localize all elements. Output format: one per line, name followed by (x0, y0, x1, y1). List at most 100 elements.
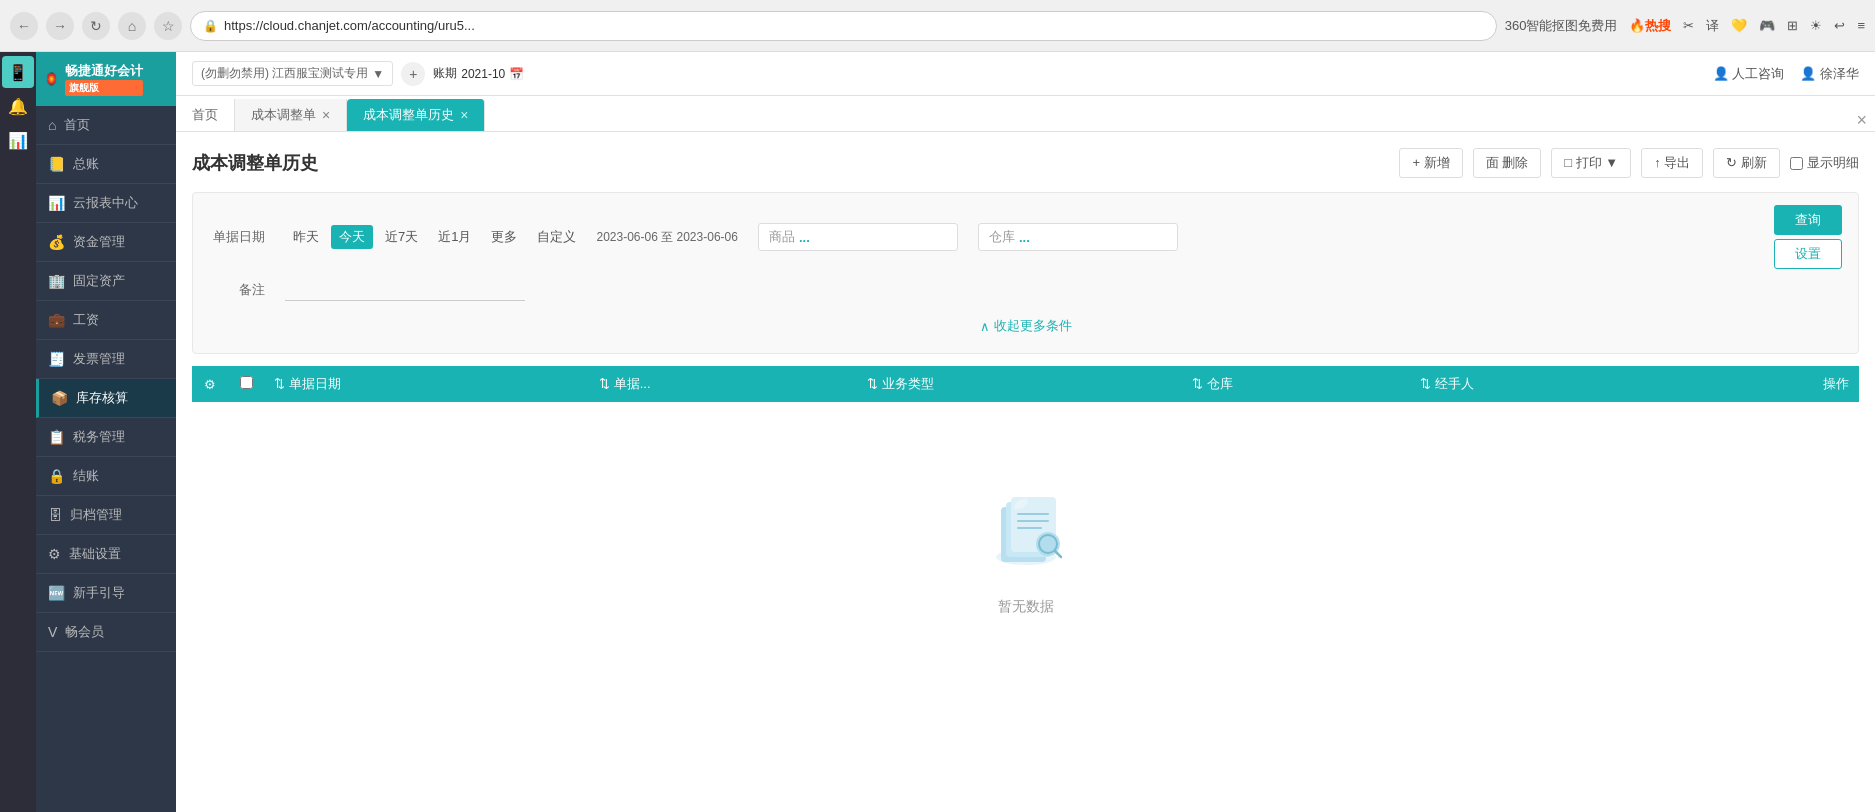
sidebar-item-invoices[interactable]: 🧾 发票管理 (36, 340, 176, 379)
close-all-button[interactable]: × (1856, 110, 1867, 131)
sidebar-item-funds[interactable]: 💰 资金管理 (36, 223, 176, 262)
vip-icon: V (48, 624, 57, 640)
close-tab-cost-adjust[interactable]: × (322, 107, 330, 123)
filter-row-remark: 备注 (209, 279, 1842, 301)
sidebar-item-payroll[interactable]: 💼 工资 (36, 301, 176, 340)
app-name: 畅捷通好会计 (65, 62, 143, 80)
sidebar-item-home[interactable]: ⌂ 首页 (36, 106, 176, 145)
brightness-icon[interactable]: ☀ (1810, 18, 1822, 33)
date-opt-7days[interactable]: 近7天 (377, 225, 426, 249)
date-opt-more[interactable]: 更多 (483, 225, 525, 249)
app-logo: 🏮 (44, 72, 59, 86)
support-link[interactable]: 👤 人工咨询 (1713, 65, 1785, 83)
sidebar-item-ledger[interactable]: 📒 总账 (36, 145, 176, 184)
guide-icon: 🆕 (48, 585, 65, 601)
th-number-label: ⇅ 单据... (599, 376, 650, 391)
hot-search-badge: 🔥热搜 (1629, 17, 1671, 35)
tax-icon: 📋 (48, 429, 65, 445)
rail-item-3[interactable]: 📊 (2, 124, 34, 156)
invoices-icon: 🧾 (48, 351, 65, 367)
close-tab-history[interactable]: × (460, 107, 468, 123)
date-opt-custom[interactable]: 自定义 (529, 225, 584, 249)
app-container: 📱 🔔 📊 🏮 畅捷通好会计 旗舰版 ⌂ 首页 📒 总账 📊 云报表中心 💰 资… (0, 52, 1875, 812)
undo-icon[interactable]: ↩ (1834, 18, 1845, 33)
menu-icon[interactable]: ≡ (1857, 18, 1865, 33)
wallet-icon[interactable]: 💛 (1731, 18, 1747, 33)
page-header: 成本调整单历史 + 新增 面 删除 □ 打印 ▼ ↑ 导出 ↻ 刷新 显示明细 (192, 148, 1859, 178)
refresh-button[interactable]: ↻ 刷新 (1713, 148, 1780, 178)
sidebar-header: 🏮 畅捷通好会计 旗舰版 (36, 52, 176, 106)
settings-icon-th: ⚙ (204, 377, 216, 392)
sidebar-item-vip[interactable]: V 畅会员 (36, 613, 176, 652)
sidebar-item-inventory[interactable]: 📦 库存核算 (36, 379, 176, 418)
page-tab-cost-adjust[interactable]: 成本调整单 × (235, 99, 347, 131)
add-company-button[interactable]: + (401, 62, 425, 86)
page-tab-home[interactable]: 首页 (176, 99, 235, 131)
back-button[interactable]: ← (10, 12, 38, 40)
grid-icon[interactable]: ⊞ (1787, 18, 1798, 33)
browser-toolbar: 360智能抠图免费用 🔥热搜 ✂ 译 💛 🎮 ⊞ ☀ ↩ ≡ (1505, 17, 1865, 35)
th-warehouse[interactable]: ⇅ 仓库 (1182, 366, 1410, 402)
page-tab-cost-adjust-history[interactable]: 成本调整单历史 × (347, 99, 485, 131)
date-opt-today[interactable]: 今天 (331, 225, 373, 249)
th-date-label: ⇅ 单据日期 (274, 376, 341, 391)
warehouse-label: 仓库 (989, 228, 1015, 246)
th-settings[interactable]: ⚙ (192, 366, 228, 402)
forward-button[interactable]: → (46, 12, 74, 40)
th-date[interactable]: ⇅ 单据日期 (264, 366, 589, 402)
sidebar-item-guide[interactable]: 🆕 新手引导 (36, 574, 176, 613)
warehouse-filter[interactable]: 仓库 ... (978, 223, 1178, 251)
th-warehouse-label: ⇅ 仓库 (1192, 376, 1233, 391)
rail-item-2[interactable]: 🔔 (2, 90, 34, 122)
goods-filter[interactable]: 商品 ... (758, 223, 958, 251)
game-icon[interactable]: 🎮 (1759, 18, 1775, 33)
empty-label: 暂无数据 (998, 598, 1054, 616)
address-bar[interactable]: 🔒 https://cloud.chanjet.com/accounting/u… (190, 11, 1497, 41)
new-button[interactable]: + 新增 (1399, 148, 1462, 178)
top-bar: (勿删勿禁用) 江西服宝测试专用 ▼ + 账期 2021-10 📅 👤 人工咨询… (176, 52, 1875, 96)
th-number[interactable]: ⇅ 单据... (589, 366, 857, 402)
remark-label: 备注 (209, 281, 265, 299)
sidebar-item-fixed-assets[interactable]: 🏢 固定资产 (36, 262, 176, 301)
company-selector[interactable]: (勿删勿禁用) 江西服宝测试专用 ▼ (192, 61, 393, 86)
page-actions: + 新增 面 删除 □ 打印 ▼ ↑ 导出 ↻ 刷新 显示明细 (1399, 148, 1859, 178)
collapse-button[interactable]: ∧ 收起更多条件 (209, 311, 1842, 341)
th-actions-label: 操作 (1823, 376, 1849, 391)
sidebar-label-inventory: 库存核算 (76, 389, 128, 407)
delete-button[interactable]: 面 删除 (1473, 148, 1542, 178)
user-avatar[interactable]: 👤 徐泽华 (1800, 65, 1859, 83)
rail-item-active[interactable]: 📱 (2, 56, 34, 88)
sidebar-item-archive[interactable]: 🗄 归档管理 (36, 496, 176, 535)
th-checkbox[interactable] (228, 366, 264, 402)
sidebar: 🏮 畅捷通好会计 旗舰版 ⌂ 首页 📒 总账 📊 云报表中心 💰 资金管理 🏢 … (36, 52, 176, 812)
scissors-icon[interactable]: ✂ (1683, 18, 1694, 33)
sidebar-item-closing[interactable]: 🔒 结账 (36, 457, 176, 496)
print-button[interactable]: □ 打印 ▼ (1551, 148, 1631, 178)
period-label: 账期 (433, 65, 457, 82)
th-operator[interactable]: ⇅ 经手人 (1410, 366, 1686, 402)
table-header: ⚙ ⇅ 单据日期 ⇅ 单据... ⇅ 业务类型 (192, 366, 1859, 402)
payroll-icon: 💼 (48, 312, 65, 328)
funds-icon: 💰 (48, 234, 65, 250)
calendar-icon[interactable]: 📅 (509, 67, 524, 81)
url-text: https://cloud.chanjet.com/accounting/uru… (224, 18, 475, 33)
date-opt-yesterday[interactable]: 昨天 (285, 225, 327, 249)
reload-button[interactable]: ↻ (82, 12, 110, 40)
translate-icon[interactable]: 译 (1706, 17, 1719, 35)
home-button[interactable]: ⌂ (118, 12, 146, 40)
data-table: ⚙ ⇅ 单据日期 ⇅ 单据... ⇅ 业务类型 (192, 366, 1859, 402)
bookmark-button[interactable]: ☆ (154, 12, 182, 40)
sidebar-item-tax[interactable]: 📋 税务管理 (36, 418, 176, 457)
remark-input[interactable] (285, 279, 525, 301)
export-button[interactable]: ↑ 导出 (1641, 148, 1703, 178)
select-all-checkbox[interactable] (240, 376, 253, 389)
show-cols-input[interactable] (1790, 157, 1803, 170)
sidebar-item-settings[interactable]: ⚙ 基础设置 (36, 535, 176, 574)
sidebar-item-reports[interactable]: 📊 云报表中心 (36, 184, 176, 223)
show-cols-checkbox[interactable]: 显示明细 (1790, 154, 1859, 172)
date-opt-1month[interactable]: 近1月 (430, 225, 479, 249)
top-bar-right: 👤 人工咨询 👤 徐泽华 (1713, 65, 1859, 83)
query-button[interactable]: 查询 (1774, 205, 1842, 235)
th-biz-type[interactable]: ⇅ 业务类型 (857, 366, 1182, 402)
filter-settings-button[interactable]: 设置 (1774, 239, 1842, 269)
